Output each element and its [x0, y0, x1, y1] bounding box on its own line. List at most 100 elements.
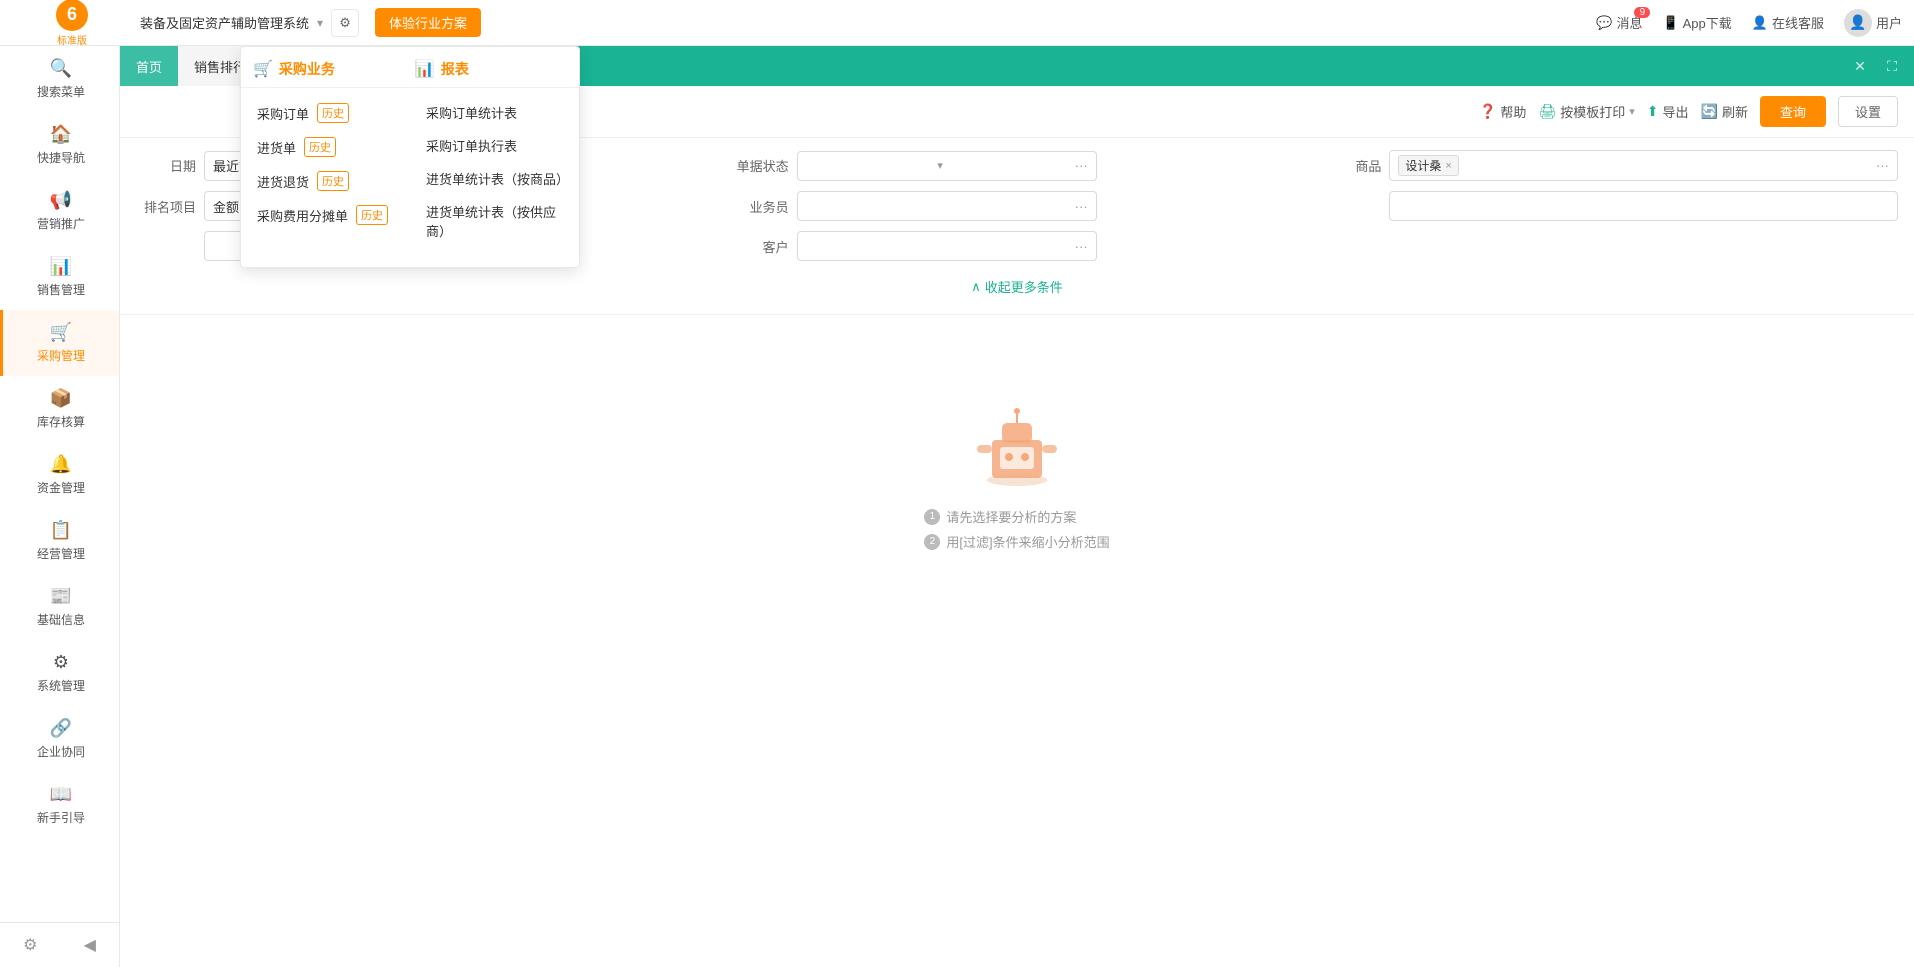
sidebar-item-search[interactable]: 🔍 搜索菜单	[0, 46, 119, 112]
system-icon: ⚙	[53, 652, 69, 673]
sidebar-item-sales[interactable]: 📊 销售管理	[0, 244, 119, 310]
print-icon: 🖨	[1538, 103, 1556, 120]
sidebar-item-basic-info[interactable]: 📰 基础信息	[0, 574, 119, 640]
sidebar-label-marketing: 营销推广	[37, 215, 85, 232]
sidebar-label-inventory: 库存核算	[37, 413, 85, 430]
help-label: 帮助	[1500, 102, 1526, 121]
sidebar-item-purchase[interactable]: 🛒 采购管理	[0, 310, 119, 376]
filter-salesman-control[interactable]: ···	[797, 191, 1097, 221]
sidebar-item-finance[interactable]: 🔔 资金管理	[0, 442, 119, 508]
menu-item-purchase-order-label: 采购订单	[257, 104, 309, 123]
menu-item-inbound-stats-supplier[interactable]: 进货单统计表（按供应商）	[422, 195, 567, 247]
content-area: 首页 销售排行榜 ✕ ✕ ⛶ 🛒 采购业务	[120, 46, 1914, 967]
sidebar-label-operation: 经营管理	[37, 545, 85, 562]
print-dropdown-icon: ▾	[1629, 105, 1635, 118]
menu-item-purchase-order[interactable]: 采购订单 历史	[253, 96, 398, 130]
menu-item-purchase-order-stats-label: 采购订单统计表	[426, 103, 517, 122]
dropdown-col-purchase: 采购订单 历史 进货单 历史 进货退货 历史 采购费用分摊单	[241, 96, 410, 247]
sidebar-settings-icon[interactable]: ⚙	[23, 935, 37, 955]
service-icon: 👤	[1752, 15, 1768, 31]
basic-info-icon: 📰	[50, 586, 72, 607]
history-badge-purchase-expense: 历史	[356, 205, 388, 225]
dropdown-menu: 🛒 采购业务 📊 报表 采购订单 历史	[240, 46, 580, 268]
print-button[interactable]: 🖨 按模板打印 ▾	[1538, 102, 1634, 121]
menu-item-purchase-expense-label: 采购费用分摊单	[257, 206, 348, 225]
filter-status-item: 单据状态 ▾ ···	[729, 151, 1306, 181]
tab-bar-actions: ✕ ⛶	[1846, 52, 1914, 80]
filter-status-more: ···	[1075, 158, 1088, 173]
user-menu-button[interactable]: 👤 用户	[1844, 9, 1902, 37]
empty-svg	[967, 395, 1067, 495]
sidebar-item-system[interactable]: ⚙ 系统管理	[0, 640, 119, 706]
user-avatar: 👤	[1844, 9, 1872, 37]
sidebar-item-quick-nav[interactable]: 🏠 快捷导航	[0, 112, 119, 178]
sidebar-bottom: ⚙ ◀	[0, 922, 119, 967]
dropdown-menu-header: 🛒 采购业务 📊 报表	[241, 59, 579, 88]
logo-area: 6 标准版	[12, 0, 132, 47]
tab-home[interactable]: 首页	[120, 46, 178, 86]
filter-rank-label: 排名项目	[136, 197, 196, 216]
online-service-button[interactable]: 👤 在线客服	[1752, 13, 1824, 32]
filter-goods-label: 商品	[1321, 156, 1381, 175]
filter-status-label: 单据状态	[729, 156, 789, 175]
system-title-area: 装备及固定资产辅助管理系统 ▾ ⚙ 体验行业方案	[140, 8, 481, 37]
filter-extra-control[interactable]	[1389, 191, 1898, 221]
export-label: 导出	[1663, 102, 1689, 121]
phone-icon: 📱	[1662, 15, 1678, 31]
menu-item-purchase-expense[interactable]: 采购费用分摊单 历史	[253, 198, 398, 232]
logo-text: 标准版	[57, 32, 87, 47]
menu-item-inbound-label: 进货单	[257, 138, 296, 157]
sidebar-item-enterprise[interactable]: 🔗 企业协同	[0, 706, 119, 772]
menu-item-inbound-stats-goods[interactable]: 进货单统计表（按商品）	[422, 162, 567, 195]
title-dropdown-icon[interactable]: ▾	[317, 16, 323, 30]
collapse-button[interactable]: ∧ 收起更多条件	[136, 271, 1898, 302]
history-badge-inbound: 历史	[304, 137, 336, 157]
filter-date-label: 日期	[136, 156, 196, 175]
guide-icon: 📖	[50, 784, 72, 805]
tab-expand-button[interactable]: ⛶	[1878, 52, 1906, 80]
filter-goods-control[interactable]: 设计桑 × ···	[1389, 150, 1898, 181]
step-num-1: 1	[924, 509, 940, 525]
search-icon: 🔍	[50, 58, 72, 79]
menu-item-inbound-return-label: 进货退货	[257, 172, 309, 191]
sidebar-item-operation[interactable]: 📋 经营管理	[0, 508, 119, 574]
menu-section-report: 📊 报表	[415, 59, 469, 79]
system-settings-button[interactable]: ⚙	[331, 9, 359, 37]
empty-tip-1: 1 请先选择要分析的方案	[924, 507, 1109, 526]
message-button[interactable]: 💬 消息 9	[1596, 13, 1642, 32]
filter-customer-control[interactable]: ···	[797, 231, 1097, 261]
sidebar-item-guide[interactable]: 📖 新手引导	[0, 772, 119, 838]
sidebar-item-inventory[interactable]: 📦 库存核算	[0, 376, 119, 442]
filter-salesman-item: 业务员 ···	[729, 191, 1306, 221]
set-button[interactable]: 设置	[1838, 96, 1898, 127]
menu-item-inbound-return[interactable]: 进货退货 历史	[253, 164, 398, 198]
message-icon: 💬	[1596, 15, 1612, 31]
online-service-label: 在线客服	[1772, 13, 1824, 32]
gear-icon: ⚙	[339, 15, 351, 31]
print-label: 按模板打印	[1560, 102, 1625, 121]
industry-btn[interactable]: 体验行业方案	[375, 8, 481, 37]
help-button[interactable]: ❓ 帮助	[1479, 102, 1526, 121]
sidebar-label-sales: 销售管理	[37, 281, 85, 298]
history-badge-purchase-order: 历史	[317, 103, 349, 123]
tab-bar: 首页 销售排行榜 ✕ ✕ ⛶ 🛒 采购业务	[120, 46, 1914, 86]
top-header: 6 标准版 装备及固定资产辅助管理系统 ▾ ⚙ 体验行业方案 💬 消息 9 📱 …	[0, 0, 1914, 46]
menu-item-purchase-order-stats[interactable]: 采购订单统计表	[422, 96, 567, 129]
refresh-button[interactable]: 🔄 刷新	[1701, 102, 1748, 121]
finance-icon: 🔔	[50, 454, 72, 475]
filter-goods-item: 商品 设计桑 × ···	[1321, 150, 1898, 181]
app-download-button[interactable]: 📱 App下载	[1662, 13, 1731, 32]
sidebar-item-marketing[interactable]: 📢 营销推广	[0, 178, 119, 244]
menu-item-purchase-order-exec[interactable]: 采购订单执行表	[422, 129, 567, 162]
filter-status-control[interactable]: ▾ ···	[797, 151, 1097, 181]
sidebar-collapse-icon[interactable]: ◀	[84, 935, 96, 955]
purchase-section-label: 采购业务	[279, 59, 335, 79]
menu-item-inbound[interactable]: 进货单 历史	[253, 130, 398, 164]
sidebar-label-system: 系统管理	[37, 677, 85, 694]
goods-tag-close[interactable]: ×	[1445, 160, 1451, 172]
empty-tip-2-label: 用[过滤]条件来缩小分析范围	[946, 532, 1109, 551]
query-button[interactable]: 查询	[1760, 96, 1826, 127]
tab-close-all-button[interactable]: ✕	[1846, 52, 1874, 80]
export-button[interactable]: ⬆ 导出	[1647, 102, 1689, 121]
header-right: 💬 消息 9 📱 App下载 👤 在线客服 👤 用户	[1596, 9, 1902, 37]
